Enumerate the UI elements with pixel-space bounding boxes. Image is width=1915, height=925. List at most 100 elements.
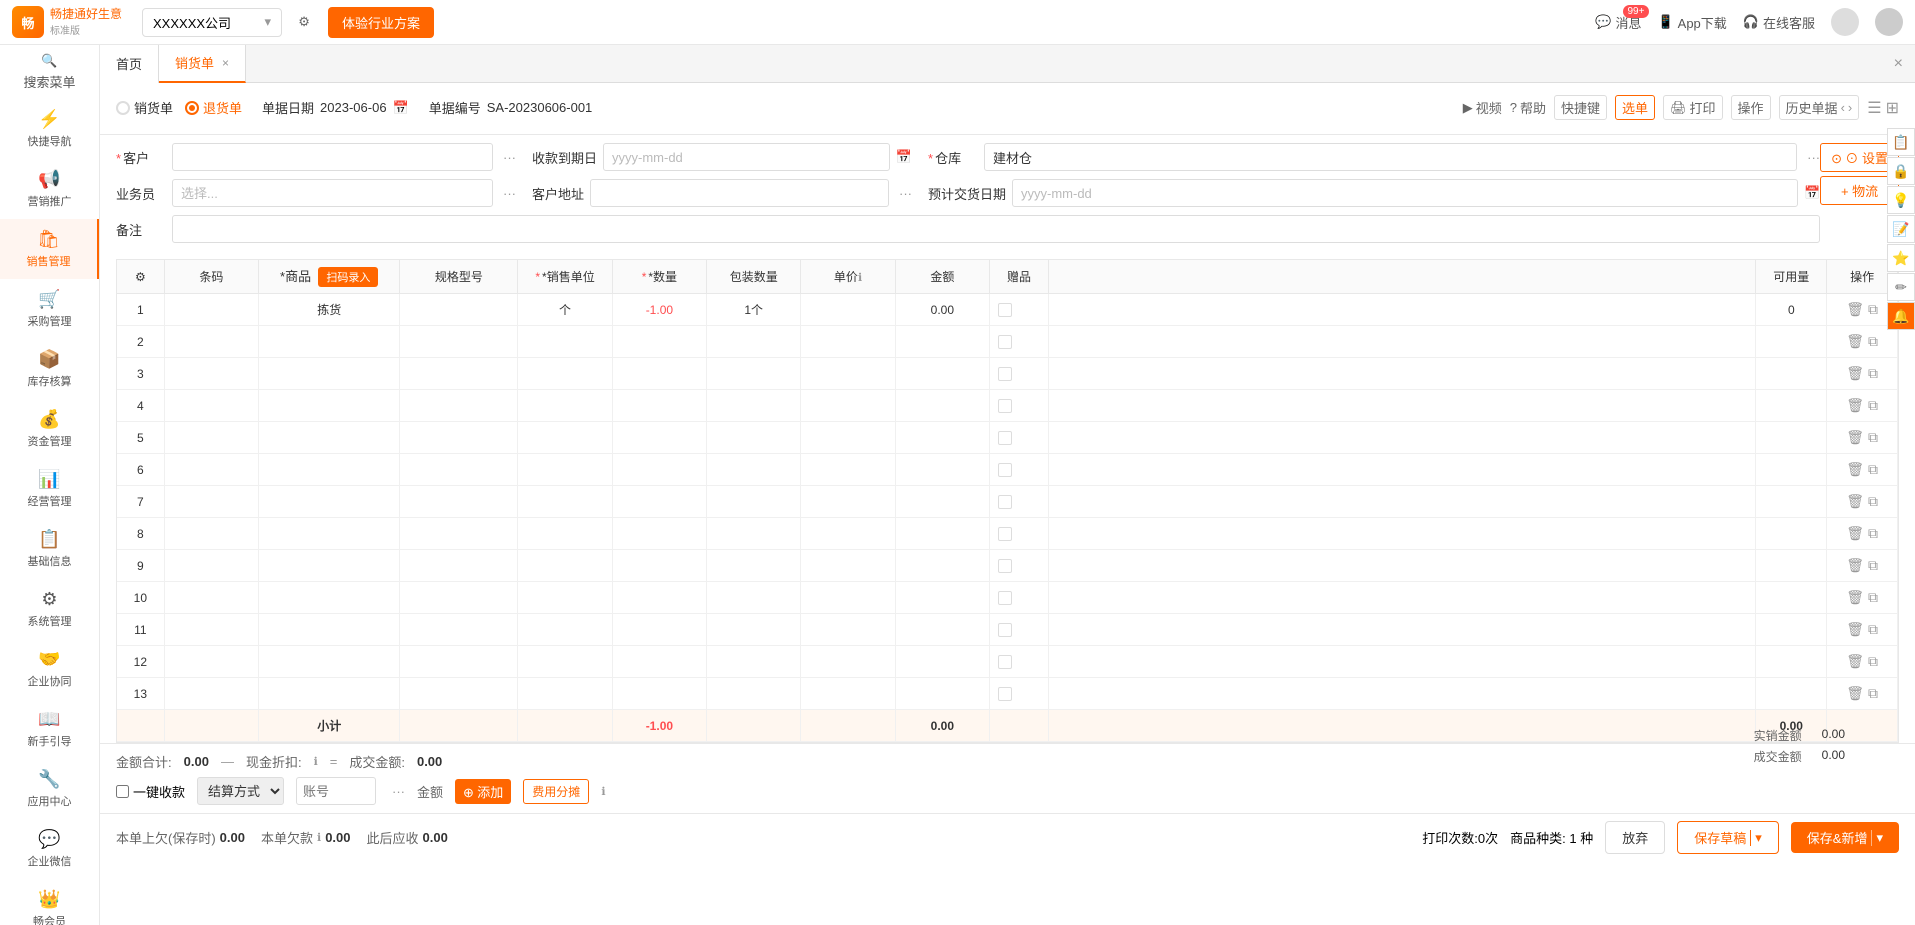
copy-row-btn[interactable]: ⧉: [1868, 685, 1878, 702]
right-btn-2[interactable]: 🔒: [1887, 157, 1915, 185]
fee-tab-button[interactable]: 费用分摊: [523, 779, 589, 804]
scan-button[interactable]: 扫码录入: [318, 267, 378, 287]
copy-row-btn[interactable]: ⧉: [1868, 493, 1878, 510]
copy-row-btn[interactable]: ⧉: [1868, 365, 1878, 382]
delete-row-btn[interactable]: 🗑: [1846, 621, 1864, 638]
sidebar-item-collab[interactable]: 🤝 企业协同: [0, 639, 99, 699]
salesperson-more-icon[interactable]: ···: [503, 186, 516, 201]
delete-row-btn[interactable]: 🗑: [1846, 589, 1864, 606]
video-link[interactable]: ▶ 视频: [1463, 98, 1502, 117]
gift-checkbox[interactable]: [998, 431, 1012, 445]
gift-checkbox[interactable]: [998, 591, 1012, 605]
gift-checkbox[interactable]: [998, 399, 1012, 413]
sidebar-item-guide[interactable]: 📖 新手引导: [0, 699, 99, 759]
right-btn-5[interactable]: ⭐: [1887, 244, 1915, 272]
pay-method-select[interactable]: 结算方式: [197, 777, 284, 805]
sidebar-item-basics[interactable]: 📋 基础信息: [0, 519, 99, 579]
copy-row-btn[interactable]: ⧉: [1868, 429, 1878, 446]
delete-row-btn[interactable]: 🗑: [1846, 301, 1864, 318]
customer-addr-input[interactable]: [590, 179, 889, 207]
online-service-button[interactable]: 🎧 在线客服: [1743, 13, 1815, 32]
copy-row-btn[interactable]: ⧉: [1868, 621, 1878, 638]
expected-date-input[interactable]: [1012, 179, 1798, 207]
gear-button[interactable]: ⚙: [290, 8, 318, 36]
expected-date-calendar-icon[interactable]: 📅: [1804, 185, 1820, 201]
delete-row-btn[interactable]: 🗑: [1846, 557, 1864, 574]
sidebar-item-operations[interactable]: 📊 经营管理: [0, 459, 99, 519]
gift-checkbox[interactable]: [998, 623, 1012, 637]
receive-date-calendar-icon[interactable]: 📅: [896, 149, 912, 165]
gift-checkbox[interactable]: [998, 527, 1012, 541]
addr-more-icon[interactable]: ···: [899, 186, 912, 201]
sidebar-item-finance[interactable]: 💰 资金管理: [0, 399, 99, 459]
select-btn[interactable]: 选单: [1615, 95, 1655, 120]
warehouse-input[interactable]: [984, 143, 1797, 171]
tab-close-icon[interactable]: ×: [222, 56, 229, 70]
sidebar-item-wechat[interactable]: 💬 企业微信: [0, 819, 99, 879]
date-calendar-icon[interactable]: 📅: [393, 100, 409, 116]
delete-row-btn[interactable]: 🗑: [1846, 397, 1864, 414]
radio-sales[interactable]: 销货单: [116, 98, 173, 117]
sidebar-item-quick[interactable]: ⚡ 快捷导航: [0, 99, 99, 159]
right-btn-1[interactable]: 📋: [1887, 128, 1915, 156]
sidebar-item-sales[interactable]: 🛍 销售管理: [0, 219, 99, 279]
gift-checkbox[interactable]: [998, 335, 1012, 349]
company-selector[interactable]: XXXXXX公司 ▾: [142, 8, 282, 37]
gift-checkbox[interactable]: [998, 495, 1012, 509]
draft-dropdown-icon[interactable]: ▾: [1750, 830, 1762, 846]
sidebar-search[interactable]: 🔍 搜索菜单: [0, 45, 99, 99]
customer-input[interactable]: [172, 143, 493, 171]
gift-checkbox[interactable]: [998, 655, 1012, 669]
right-btn-6[interactable]: ✏: [1887, 273, 1915, 301]
add-fee-button[interactable]: ⊕ 添加: [455, 779, 511, 804]
user-avatar[interactable]: [1831, 8, 1859, 36]
delete-row-btn[interactable]: 🗑: [1846, 461, 1864, 478]
save-new-button[interactable]: 保存&新增 ▾: [1791, 822, 1899, 853]
history-btn[interactable]: 历史单据 ‹ ›: [1779, 95, 1860, 120]
shortcut-btn[interactable]: 快捷键: [1554, 95, 1607, 120]
print-btn[interactable]: 🖨 打印: [1663, 95, 1723, 120]
right-btn-4[interactable]: 📝: [1887, 215, 1915, 243]
copy-row-btn[interactable]: ⧉: [1868, 397, 1878, 414]
list-view-icon[interactable]: ☰: [1867, 98, 1881, 118]
operation-btn[interactable]: 操作: [1731, 95, 1771, 120]
radio-return[interactable]: 退货单: [185, 98, 242, 117]
delete-row-btn[interactable]: 🗑: [1846, 525, 1864, 542]
tab-sales-order[interactable]: 销货单 ×: [159, 45, 246, 83]
gift-checkbox[interactable]: [998, 463, 1012, 477]
sidebar-item-purchase[interactable]: 🛒 采购管理: [0, 279, 99, 339]
delete-row-btn[interactable]: 🗑: [1846, 429, 1864, 446]
trial-button[interactable]: 体验行业方案: [328, 7, 434, 38]
customer-more-icon[interactable]: ···: [503, 150, 516, 165]
save-draft-button[interactable]: 保存草稿 ▾: [1677, 821, 1779, 854]
copy-row-btn[interactable]: ⧉: [1868, 653, 1878, 670]
grid-view-icon[interactable]: ⊞: [1886, 98, 1899, 118]
delete-row-btn[interactable]: 🗑: [1846, 365, 1864, 382]
tab-home[interactable]: 首页: [100, 45, 159, 83]
sidebar-item-apps[interactable]: 🔧 应用中心: [0, 759, 99, 819]
account-more-icon[interactable]: ···: [392, 784, 405, 799]
gift-checkbox[interactable]: [998, 303, 1012, 317]
sidebar-item-marketing[interactable]: 📢 营销推广: [0, 159, 99, 219]
right-btn-7[interactable]: 🔔: [1887, 302, 1915, 330]
copy-row-btn[interactable]: ⧉: [1868, 557, 1878, 574]
save-new-dropdown-icon[interactable]: ▾: [1871, 830, 1883, 846]
discard-button[interactable]: 放弃: [1605, 821, 1665, 854]
delete-row-btn[interactable]: 🗑: [1846, 493, 1864, 510]
help-link[interactable]: ? 帮助: [1510, 98, 1546, 117]
delete-row-btn[interactable]: 🗑: [1846, 653, 1864, 670]
copy-row-btn[interactable]: ⧉: [1868, 525, 1878, 542]
salesperson-input[interactable]: [172, 179, 493, 207]
warehouse-more-icon[interactable]: ···: [1807, 150, 1820, 165]
user-avatar2[interactable]: [1875, 8, 1903, 36]
sidebar-item-system[interactable]: ⚙ 系统管理: [0, 579, 99, 639]
gift-checkbox[interactable]: [998, 559, 1012, 573]
app-download-button[interactable]: 📱 App下载: [1657, 13, 1726, 32]
sidebar-item-member[interactable]: 👑 畅会员: [0, 879, 99, 925]
receive-date-input[interactable]: [603, 143, 890, 171]
copy-row-btn[interactable]: ⧉: [1868, 461, 1878, 478]
copy-row-btn[interactable]: ⧉: [1868, 589, 1878, 606]
one-pay-checkbox[interactable]: [116, 785, 129, 798]
copy-row-btn[interactable]: ⧉: [1868, 301, 1878, 318]
sidebar-item-inventory[interactable]: 📦 库存核算: [0, 339, 99, 399]
